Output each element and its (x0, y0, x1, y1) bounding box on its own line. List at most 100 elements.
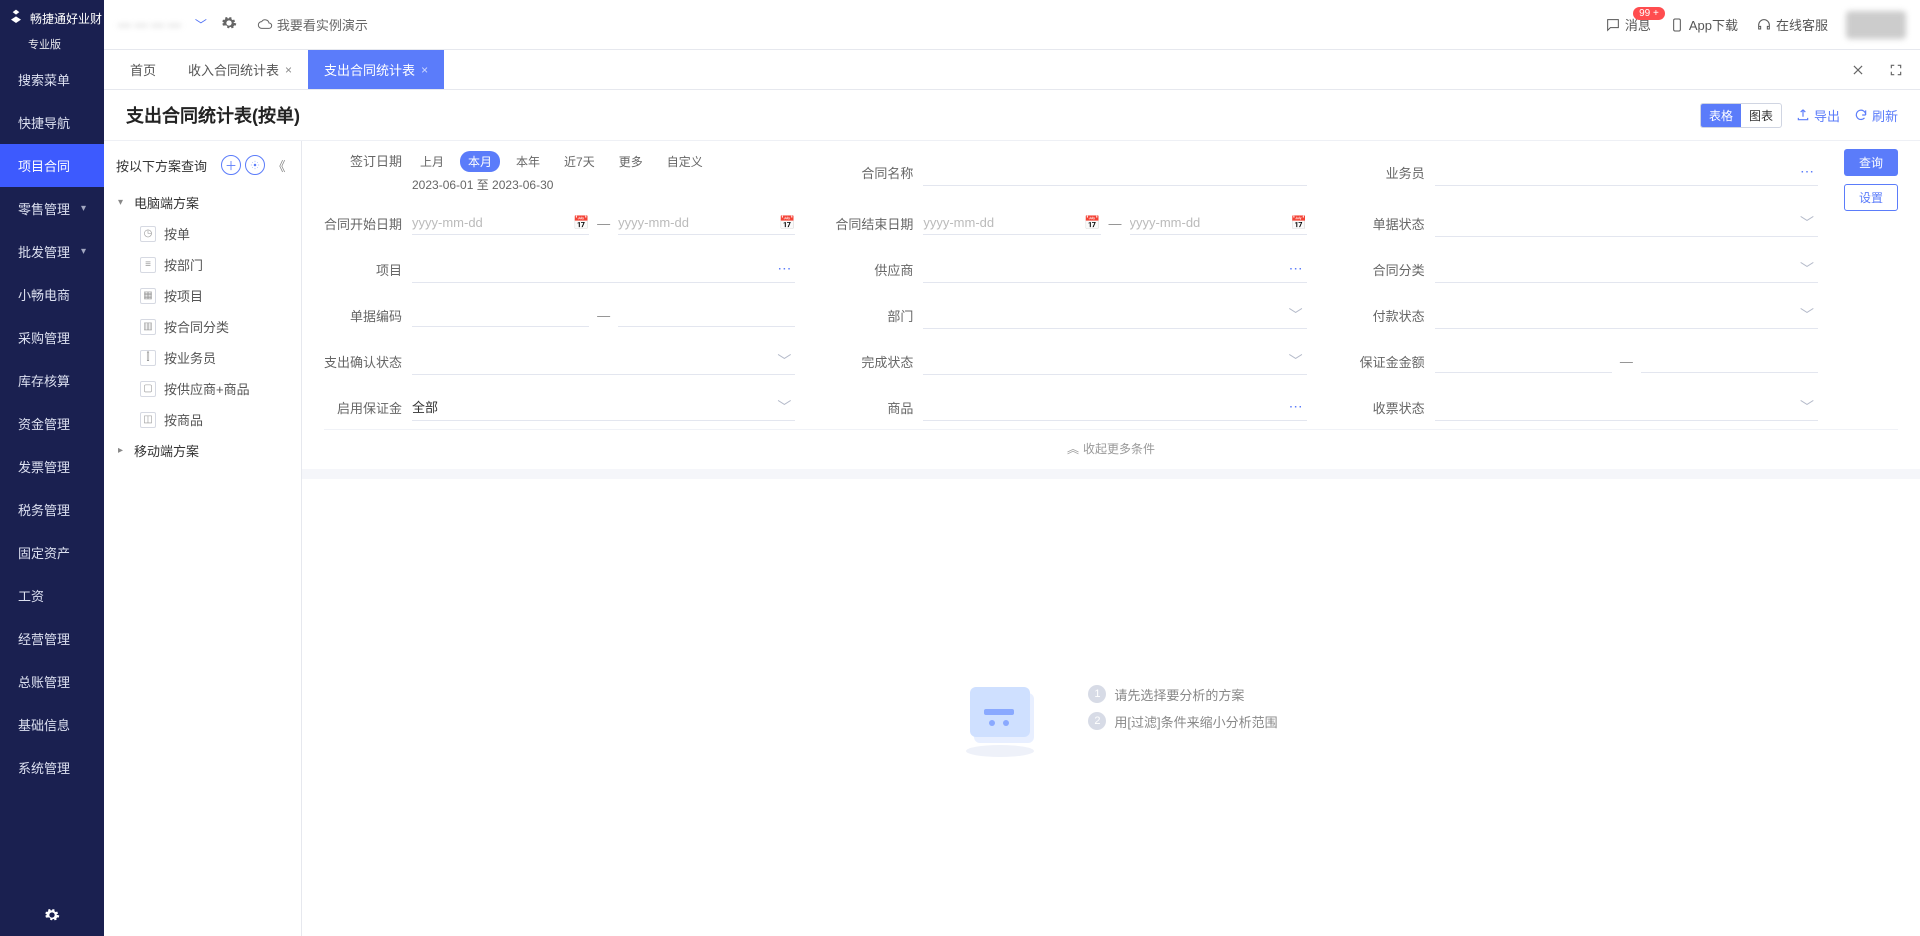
app-download-button[interactable]: App下载 (1669, 15, 1738, 34)
sidebar-item[interactable]: 固定资产 (0, 531, 104, 574)
sidebar-item[interactable]: 项目合同 (0, 144, 104, 187)
sidebar-item[interactable]: 快捷导航 (0, 101, 104, 144)
refresh-button[interactable]: 刷新 (1854, 106, 1898, 125)
filter-settings-button[interactable]: 设置 (1844, 184, 1898, 211)
confirm-status-select[interactable] (412, 349, 767, 372)
chevron-down-icon[interactable]: ﹀ (1285, 351, 1307, 371)
scheme-group[interactable]: ▾电脑端方案 (104, 187, 301, 218)
view-table-button[interactable]: 表格 (1701, 104, 1741, 127)
salesman-more-icon[interactable]: ⋯ (1796, 163, 1818, 180)
confirm-status-label: 支出确认状态 (324, 352, 402, 371)
chevron-down-icon[interactable]: ﹀ (1796, 397, 1818, 417)
export-button[interactable]: 导出 (1796, 106, 1840, 125)
salesman-input[interactable] (1435, 160, 1790, 183)
close-all-tabs-button[interactable] (1844, 56, 1872, 84)
tab[interactable]: 收入合同统计表× (172, 50, 308, 89)
collapse-more-button[interactable]: ︽收起更多条件 (324, 429, 1898, 469)
sidebar-item[interactable]: 小畅电商 (0, 273, 104, 316)
tab-close-icon[interactable]: × (421, 63, 428, 77)
sidebar-item[interactable]: 采购管理 (0, 316, 104, 359)
chevron-down-icon[interactable]: ﹀ (195, 16, 207, 33)
date-pill[interactable]: 本月 (460, 151, 500, 172)
user-avatar[interactable] (1846, 11, 1906, 39)
deposit-enable-value[interactable]: 全部 (412, 397, 438, 416)
tab-close-icon[interactable]: × (285, 63, 292, 77)
sidebar-item[interactable]: 批发管理▾ (0, 230, 104, 273)
filter-panel: 查询 设置 签订日期 上月本月本年近7天更多自定义 2023-06-01 至 2… (302, 141, 1920, 469)
date-pill[interactable]: 近7天 (556, 151, 603, 172)
demo-link[interactable]: 我要看实例演示 (257, 15, 368, 34)
calendar-icon[interactable]: 📅 (573, 215, 589, 231)
date-pill[interactable]: 更多 (611, 151, 651, 172)
chevron-down-icon[interactable]: ﹀ (1796, 259, 1818, 279)
sidebar-item[interactable]: 税务管理 (0, 488, 104, 531)
chevron-down-icon[interactable]: ﹀ (1796, 213, 1818, 233)
view-chart-button[interactable]: 图表 (1741, 104, 1781, 127)
project-more-icon[interactable]: ⋯ (773, 260, 795, 277)
contract-class-select[interactable] (1435, 257, 1790, 280)
start-date-to-input[interactable] (618, 211, 779, 234)
chevron-down-icon[interactable]: ﹀ (773, 397, 795, 417)
bill-status-select[interactable] (1435, 211, 1790, 234)
sidebar-item[interactable]: 经营管理 (0, 617, 104, 660)
end-date-from-input[interactable] (923, 211, 1084, 234)
project-input[interactable] (412, 257, 767, 280)
sidebar-item[interactable]: 系统管理 (0, 746, 104, 789)
scheme-leaf[interactable]: ▦按项目 (104, 280, 301, 311)
query-button[interactable]: 查询 (1844, 149, 1898, 176)
sidebar-item[interactable]: 工资 (0, 574, 104, 617)
chevron-down-icon[interactable]: ﹀ (1796, 305, 1818, 325)
tab[interactable]: 支出合同统计表× (308, 50, 444, 89)
collapse-panel-button[interactable]: 《 (269, 155, 289, 175)
dept-select[interactable] (923, 303, 1278, 326)
sidebar-item[interactable]: 总账管理 (0, 660, 104, 703)
scheme-leaf[interactable]: ⫿按业务员 (104, 342, 301, 373)
end-date-to-input[interactable] (1130, 211, 1291, 234)
phone-icon (1669, 17, 1685, 33)
scheme-settings-button[interactable] (245, 155, 265, 175)
start-date-from-input[interactable] (412, 211, 573, 234)
chevron-down-icon[interactable]: ﹀ (1285, 305, 1307, 325)
scheme-group[interactable]: ▸移动端方案 (104, 435, 301, 466)
topbar-gear-icon[interactable] (221, 15, 237, 34)
contract-name-input[interactable] (923, 160, 1306, 183)
settings-gear-icon[interactable] (44, 907, 60, 923)
fullscreen-button[interactable] (1882, 56, 1910, 84)
sidebar-item[interactable]: 库存核算 (0, 359, 104, 402)
bill-code-from-input[interactable] (412, 303, 589, 326)
add-scheme-button[interactable]: ＋ (221, 155, 241, 175)
calendar-icon[interactable]: 📅 (779, 215, 795, 231)
empty-step-2: 用[过滤]条件来缩小分析范围 (1114, 712, 1277, 731)
sidebar-item[interactable]: 资金管理 (0, 402, 104, 445)
deposit-to-input[interactable] (1641, 349, 1818, 372)
scheme-leaf[interactable]: ◷按单 (104, 218, 301, 249)
online-service-button[interactable]: 在线客服 (1756, 15, 1828, 34)
org-selector[interactable]: — — — — (118, 17, 181, 32)
tab[interactable]: 首页 (114, 50, 172, 89)
sidebar-item[interactable]: 发票管理 (0, 445, 104, 488)
date-pill[interactable]: 上月 (412, 151, 452, 172)
messages-button[interactable]: 消息 99 + (1605, 15, 1651, 34)
sidebar-item[interactable]: 零售管理▾ (0, 187, 104, 230)
goods-input[interactable] (923, 395, 1278, 418)
chevron-down-icon[interactable]: ﹀ (773, 351, 795, 371)
complete-status-select[interactable] (923, 349, 1278, 372)
calendar-icon[interactable]: 📅 (1290, 215, 1306, 231)
invoice-status-select[interactable] (1435, 395, 1790, 418)
scheme-leaf[interactable]: ▥按合同分类 (104, 311, 301, 342)
scheme-leaf[interactable]: ▢按供应商+商品 (104, 373, 301, 404)
date-pill[interactable]: 本年 (508, 151, 548, 172)
supplier-input[interactable] (923, 257, 1278, 280)
bill-code-to-input[interactable] (618, 303, 795, 326)
calendar-icon[interactable]: 📅 (1084, 215, 1100, 231)
sidebar-item[interactable]: 搜索菜单 (0, 58, 104, 101)
scheme-leaf-label: 按部门 (164, 255, 203, 274)
scheme-leaf[interactable]: ≡按部门 (104, 249, 301, 280)
deposit-from-input[interactable] (1435, 349, 1612, 372)
supplier-more-icon[interactable]: ⋯ (1285, 260, 1307, 277)
date-pill[interactable]: 自定义 (659, 151, 711, 172)
sidebar-item[interactable]: 基础信息 (0, 703, 104, 746)
goods-more-icon[interactable]: ⋯ (1285, 398, 1307, 415)
scheme-leaf[interactable]: ◫按商品 (104, 404, 301, 435)
pay-status-select[interactable] (1435, 303, 1790, 326)
